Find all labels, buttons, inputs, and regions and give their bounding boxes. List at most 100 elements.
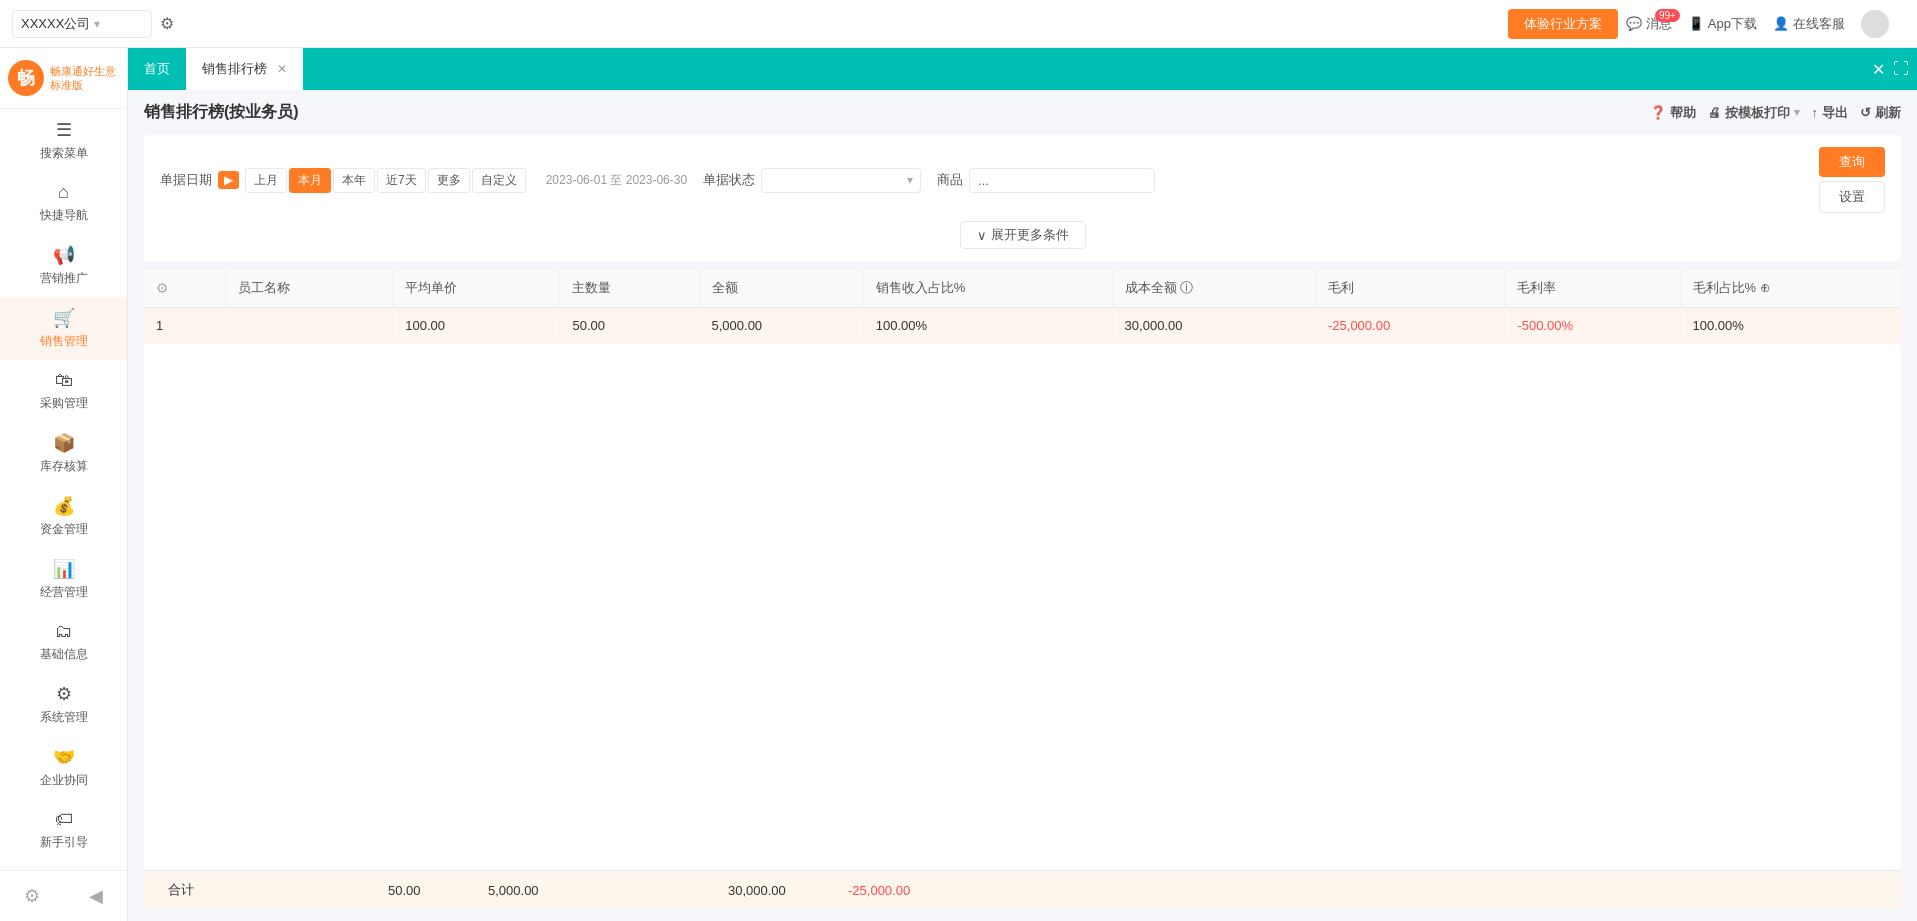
- app-download-button[interactable]: 📱 App下载: [1688, 15, 1757, 33]
- footer-gross: -25,000.00: [836, 883, 956, 898]
- message-button[interactable]: 💬 消息 99+: [1626, 15, 1672, 33]
- trial-button[interactable]: 体验行业方案: [1508, 9, 1618, 39]
- th-name: 员工名称: [225, 269, 392, 308]
- footer-quantity: 50.00: [376, 883, 476, 898]
- query-button[interactable]: 查询: [1819, 147, 1885, 177]
- tab-bar-close-icon[interactable]: ✕: [1872, 60, 1885, 79]
- status-filter: 单据状态: [703, 168, 921, 193]
- table-settings-icon[interactable]: ⚙: [156, 280, 169, 296]
- search-orders-icon: ☰: [56, 119, 72, 141]
- sidebar-item-label: 快捷导航: [40, 207, 88, 224]
- date-btn-last-month[interactable]: 上月: [245, 168, 287, 193]
- sidebar-item-label: 库存核算: [40, 458, 88, 475]
- sidebar-item-search-orders[interactable]: ☰ 搜索菜单: [0, 109, 127, 172]
- page-content: 销售排行榜(按业务员) ❓ 帮助 🖨 按模板打印 ▾ ↑ 导出: [128, 90, 1917, 921]
- sidebar-item-system[interactable]: ⚙ 系统管理: [0, 673, 127, 736]
- print-button[interactable]: 🖨 按模板打印 ▾: [1708, 104, 1800, 122]
- top-right: 💬 消息 99+ 📱 App下载 👤 在线客服: [1626, 10, 1905, 38]
- cell-rank: 1: [144, 308, 225, 344]
- th-gross-pct: 毛利占比% ⊕: [1680, 269, 1901, 308]
- refresh-button[interactable]: ↺ 刷新: [1860, 104, 1901, 122]
- base-info-icon: 🗂: [55, 621, 73, 642]
- date-btn-this-year[interactable]: 本年: [333, 168, 375, 193]
- sidebar-item-cooperation[interactable]: 🤝 企业协同: [0, 736, 127, 799]
- sidebar-item-purchase[interactable]: 🛍 采购管理: [0, 360, 127, 422]
- message-icon: 💬: [1626, 16, 1642, 31]
- page-title-actions: ❓ 帮助 🖨 按模板打印 ▾ ↑ 导出 ↺ 刷新: [1650, 104, 1902, 122]
- sidebar-item-quick-nav[interactable]: ⌂ 快捷导航: [0, 172, 127, 234]
- settings-button[interactable]: 设置: [1819, 181, 1885, 213]
- tab-sales-ranking[interactable]: 销售排行榜 ✕: [186, 48, 303, 90]
- tab-sales-ranking-label: 销售排行榜: [202, 60, 267, 78]
- export-label: 导出: [1822, 104, 1848, 122]
- filter-row-2: ∨ 展开更多条件: [160, 221, 1885, 249]
- th-quantity: 主数量: [560, 269, 699, 308]
- company-selector[interactable]: XXXXX公司 ▾: [12, 10, 152, 38]
- refresh-label: 刷新: [1875, 104, 1901, 122]
- date-btn-custom[interactable]: 自定义: [472, 168, 526, 193]
- ranking-table: ⚙ 员工名称 平均单价 主数量 全额 销售收入占比% 成本全额 ⓘ 毛利 毛利率…: [144, 269, 1901, 344]
- date-btn-this-month[interactable]: 本月: [289, 168, 331, 193]
- status-select[interactable]: [761, 168, 921, 193]
- sidebar-item-apps[interactable]: 📱 应用中心: [0, 861, 127, 870]
- footer-amount: 5,000.00: [476, 883, 596, 898]
- sidebar-item-label: 营销推广: [40, 270, 88, 287]
- cell-cost: 30,000.00: [1112, 308, 1315, 344]
- date-btn-more[interactable]: 更多: [428, 168, 470, 193]
- inventory-icon: 📦: [53, 432, 75, 454]
- goods-input[interactable]: [969, 168, 1155, 193]
- expand-label: 展开更多条件: [991, 226, 1069, 244]
- sidebar-item-finance[interactable]: 💰 资金管理: [0, 485, 127, 548]
- tab-close-icon[interactable]: ✕: [277, 62, 287, 76]
- expand-icon: ∨: [977, 228, 987, 243]
- settings-gear-icon[interactable]: ⚙: [160, 14, 174, 33]
- sidebar-collapse-icon[interactable]: ◀: [83, 879, 109, 913]
- th-amount: 全额: [699, 269, 863, 308]
- print-icon: 🖨: [1708, 105, 1721, 120]
- sidebar: 畅 畅康通好生意 标准版 ☰ 搜索菜单 ⌂ 快捷导航 📢 营销推广 🛒 销售: [0, 48, 128, 921]
- svg-text:畅: 畅: [17, 68, 35, 88]
- filter-bar: 单据日期 ▶ 上月 本月 本年 近7天 更多 自定义 2023-06-01 至 …: [144, 135, 1901, 261]
- sidebar-item-marketing[interactable]: 📢 营销推广: [0, 234, 127, 297]
- th-avg-price: 平均单价: [393, 269, 560, 308]
- table-footer: 合计 50.00 5,000.00 30,000.00 -25,000.00: [144, 870, 1901, 909]
- help-button[interactable]: ❓ 帮助: [1650, 104, 1696, 122]
- online-service-button[interactable]: 👤 在线客服: [1773, 15, 1845, 33]
- sidebar-logo: 畅 畅康通好生意 标准版: [0, 48, 127, 109]
- cell-gross-rate: -500.00%: [1505, 308, 1680, 344]
- status-filter-label: 单据状态: [703, 171, 755, 189]
- date-toggle-arrow[interactable]: ▶: [218, 171, 239, 189]
- tab-home-label: 首页: [144, 60, 170, 78]
- date-btn-last-7-days[interactable]: 近7天: [377, 168, 426, 193]
- main-layout: 畅 畅康通好生意 标准版 ☰ 搜索菜单 ⌂ 快捷导航 📢 营销推广 🛒 销售: [0, 48, 1917, 921]
- sidebar-item-inventory[interactable]: 📦 库存核算: [0, 422, 127, 485]
- sidebar-item-sales[interactable]: 🛒 销售管理: [0, 297, 127, 360]
- cooperation-icon: 🤝: [53, 746, 75, 768]
- sidebar-item-operations[interactable]: 📊 经营管理: [0, 548, 127, 611]
- expand-conditions-button[interactable]: ∨ 展开更多条件: [960, 221, 1086, 249]
- logo-svg: 畅: [8, 60, 44, 96]
- th-cost: 成本全额 ⓘ: [1112, 269, 1315, 308]
- sidebar-item-base-info[interactable]: 🗂 基础信息: [0, 611, 127, 673]
- sidebar-item-label: 系统管理: [40, 709, 88, 726]
- tab-home[interactable]: 首页: [128, 48, 186, 90]
- sidebar-item-label: 企业协同: [40, 772, 88, 789]
- tab-bar-expand-icon[interactable]: ⛶: [1893, 60, 1909, 78]
- app-download-label: App下载: [1708, 15, 1757, 33]
- th-gross-rate: 毛利率: [1505, 269, 1680, 308]
- avatar[interactable]: [1861, 10, 1889, 38]
- operations-icon: 📊: [53, 558, 75, 580]
- status-select-wrapper: [761, 168, 921, 193]
- sidebar-bottom: ⚙ ◀: [0, 870, 127, 921]
- system-icon: ⚙: [56, 683, 72, 705]
- top-bar: XXXXX公司 ▾ ⚙ 体验行业方案 💬 消息 99+ 📱 App下载 👤 在线…: [0, 0, 1917, 48]
- sidebar-item-guide[interactable]: 🏷 新手引导: [0, 799, 127, 861]
- page-title-text: 销售排行榜(按业务员): [144, 102, 299, 123]
- table-header-row: ⚙ 员工名称 平均单价 主数量 全额 销售收入占比% 成本全额 ⓘ 毛利 毛利率…: [144, 269, 1901, 308]
- logo-title: 畅康通好生意: [50, 64, 116, 78]
- sidebar-settings-icon[interactable]: ⚙: [18, 879, 46, 913]
- cell-quantity: 50.00: [560, 308, 699, 344]
- export-button[interactable]: ↑ 导出: [1812, 104, 1849, 122]
- date-range-display: 2023-06-01 至 2023-06-30: [546, 172, 687, 189]
- table-container: ⚙ 员工名称 平均单价 主数量 全额 销售收入占比% 成本全额 ⓘ 毛利 毛利率…: [144, 269, 1901, 870]
